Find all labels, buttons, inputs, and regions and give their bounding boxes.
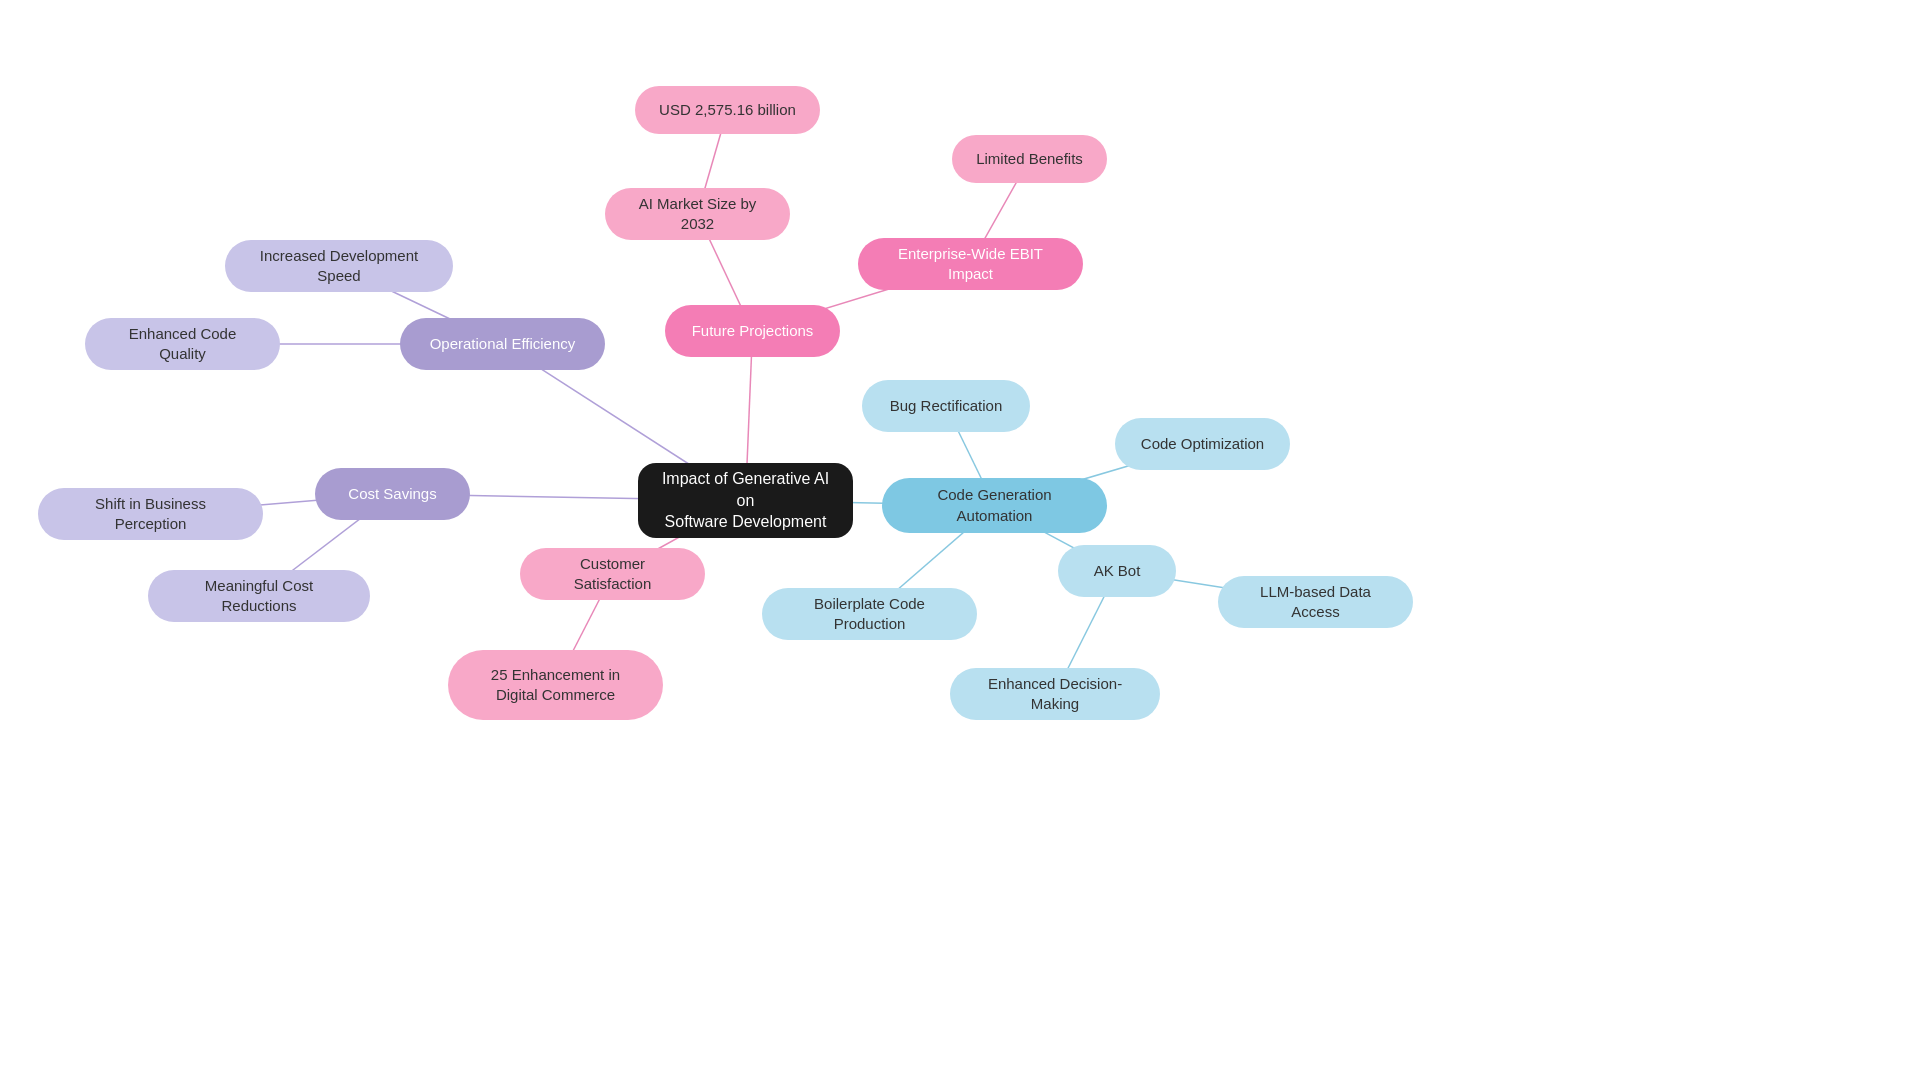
boilerplate-code-label: Boilerplate Code Production: [784, 594, 955, 635]
ai-market-size-node: AI Market Size by 2032: [605, 188, 790, 240]
operational-efficiency-node: Operational Efficiency: [400, 318, 605, 370]
operational-efficiency-label: Operational Efficiency: [430, 334, 576, 354]
shift-business-node: Shift in Business Perception: [38, 488, 263, 540]
usd-value-node: USD 2,575.16 billion: [635, 86, 820, 134]
future-projections-label: Future Projections: [692, 321, 814, 341]
enterprise-ebit-label: Enterprise-Wide EBIT Impact: [880, 244, 1061, 285]
enhanced-decision-node: Enhanced Decision-Making: [950, 668, 1160, 720]
ak-bot-label: AK Bot: [1094, 561, 1141, 581]
code-optimization-label: Code Optimization: [1141, 434, 1264, 454]
enterprise-ebit-node: Enterprise-Wide EBIT Impact: [858, 238, 1083, 290]
cost-savings-label: Cost Savings: [348, 484, 436, 504]
llm-data-access-node: LLM-based Data Access: [1218, 576, 1413, 628]
customer-satisfaction-label: Customer Satisfaction: [542, 554, 683, 595]
code-optimization-node: Code Optimization: [1115, 418, 1290, 470]
increased-dev-speed-label: Increased Development Speed: [247, 246, 431, 287]
center-label: Impact of Generative AI on Software Deve…: [660, 468, 831, 533]
enhanced-decision-label: Enhanced Decision-Making: [972, 674, 1138, 715]
center-node: Impact of Generative AI on Software Deve…: [638, 463, 853, 538]
digital-commerce-label: 25 Enhancement in Digital Commerce: [470, 665, 641, 706]
shift-business-label: Shift in Business Perception: [60, 494, 241, 535]
llm-data-access-label: LLM-based Data Access: [1240, 582, 1391, 623]
enhanced-code-quality-node: Enhanced Code Quality: [85, 318, 280, 370]
bug-rectification-label: Bug Rectification: [890, 396, 1003, 416]
boilerplate-code-node: Boilerplate Code Production: [762, 588, 977, 640]
enhanced-code-quality-label: Enhanced Code Quality: [107, 324, 258, 365]
cost-savings-node: Cost Savings: [315, 468, 470, 520]
increased-dev-speed-node: Increased Development Speed: [225, 240, 453, 292]
limited-benefits-node: Limited Benefits: [952, 135, 1107, 183]
usd-value-label: USD 2,575.16 billion: [659, 100, 796, 120]
bug-rectification-node: Bug Rectification: [862, 380, 1030, 432]
meaningful-cost-label: Meaningful Cost Reductions: [170, 576, 348, 617]
future-projections-node: Future Projections: [665, 305, 840, 357]
ai-market-size-label: AI Market Size by 2032: [627, 194, 768, 235]
customer-satisfaction-node: Customer Satisfaction: [520, 548, 705, 600]
code-gen-automation-node: Code Generation Automation: [882, 478, 1107, 533]
limited-benefits-label: Limited Benefits: [976, 149, 1083, 169]
ak-bot-node: AK Bot: [1058, 545, 1176, 597]
meaningful-cost-node: Meaningful Cost Reductions: [148, 570, 370, 622]
digital-commerce-node: 25 Enhancement in Digital Commerce: [448, 650, 663, 720]
code-gen-automation-label: Code Generation Automation: [904, 485, 1085, 526]
